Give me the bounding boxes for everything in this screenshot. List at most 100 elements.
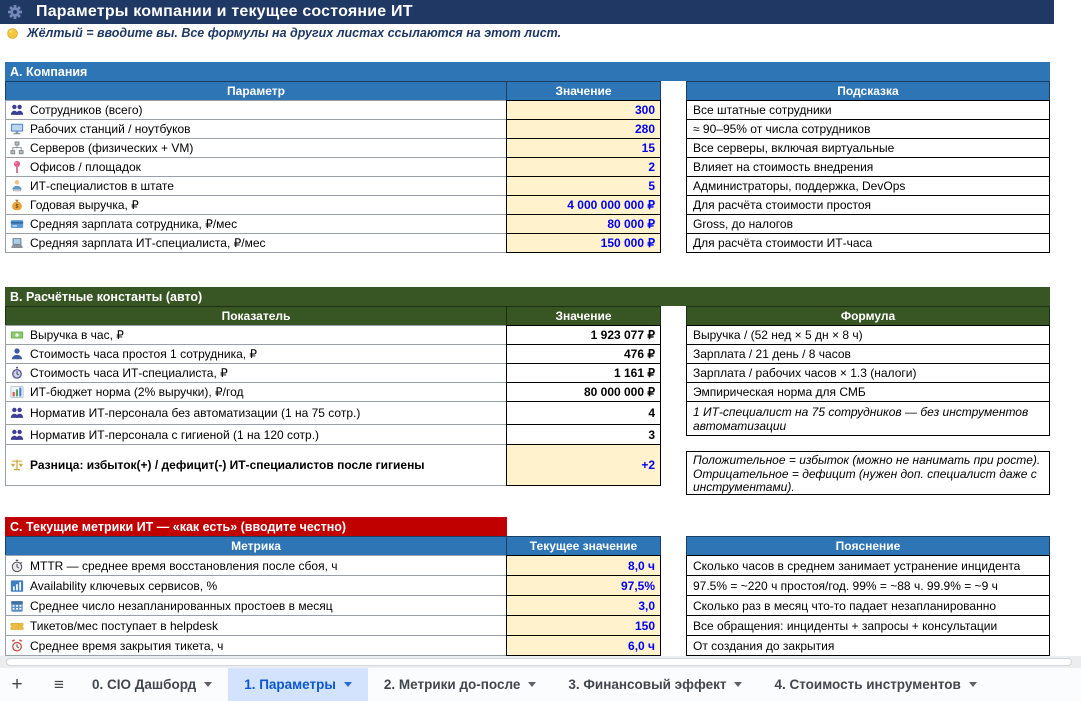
sheet-tab-bar: + ≡ 0. CIO Дашборд 1. Параметры 2. Метрики… bbox=[0, 668, 1081, 701]
param-label-text: Среднее время закрытия тикета, ч bbox=[30, 638, 224, 653]
clock-icon bbox=[10, 366, 24, 380]
chevron-down-icon[interactable] bbox=[734, 682, 743, 687]
value-cell: 476 ₽ bbox=[506, 344, 661, 364]
param-label-text: ИТ-бюджет норма (2% выручки), ₽/год bbox=[30, 385, 244, 399]
param-label: ИТ-специалистов в штате bbox=[5, 176, 507, 196]
monitor-icon bbox=[10, 122, 24, 136]
value-cell[interactable]: 150 000 ₽ bbox=[506, 233, 661, 253]
laptop-icon bbox=[10, 236, 24, 250]
value-cell[interactable]: 80 000 ₽ bbox=[506, 214, 661, 234]
hint-cell: Зарплата / 21 день / 8 часов bbox=[686, 344, 1050, 364]
sheet-tab-0[interactable]: 0. CIO Дашборд bbox=[76, 668, 228, 701]
section-title-B: B. Расчётные константы (авто) bbox=[5, 287, 1050, 306]
value-cell: 1 161 ₽ bbox=[506, 363, 661, 383]
param-label-text: Средняя зарплата сотрудника, ₽/мес bbox=[30, 217, 238, 231]
alarm-icon bbox=[10, 638, 24, 653]
value-cell[interactable]: +2 bbox=[506, 444, 661, 486]
value-cell[interactable]: 4 000 000 000 ₽ bbox=[506, 195, 661, 215]
chevron-down-icon[interactable] bbox=[968, 682, 977, 687]
subtitle-text: Жёлтый = вводите вы. Все формулы на друг… bbox=[27, 26, 562, 40]
value-cell: 1 923 077 ₽ bbox=[506, 325, 661, 345]
value-cell[interactable]: 280 bbox=[506, 119, 661, 139]
value-cell[interactable]: 6,0 ч bbox=[506, 635, 661, 656]
param-label-text: Серверов (физических + VM) bbox=[30, 141, 194, 155]
param-label-text: Выручка в час, ₽ bbox=[30, 328, 124, 342]
hint-cell: Все штатные сотрудники bbox=[686, 100, 1050, 120]
value-column: Значение 1 923 077 ₽476 ₽1 161 ₽80 000 00… bbox=[506, 306, 661, 486]
value-cell[interactable]: 5 bbox=[506, 176, 661, 196]
hint-cell: Сколько раз в месяц что-то падает незапл… bbox=[686, 595, 1050, 616]
param-label-text: Офисов / площадок bbox=[30, 160, 141, 174]
column-header-value: Значение bbox=[506, 81, 661, 101]
technologist-icon bbox=[10, 179, 24, 193]
param-label: Среднее время закрытия тикета, ч bbox=[5, 635, 507, 656]
value-column: Значение 300 280 15 2 5 4 000 000 000 ₽80 000 … bbox=[506, 81, 661, 253]
add-sheet-button[interactable]: + bbox=[0, 668, 34, 701]
value-cell[interactable]: 15 bbox=[506, 138, 661, 158]
param-label: Среднее число незапланированных простоев… bbox=[5, 595, 507, 616]
horizontal-scrollbar-thumb[interactable] bbox=[6, 658, 1072, 666]
value-cell[interactable]: 8,0 ч bbox=[506, 555, 661, 576]
param-label: Средняя зарплата сотрудника, ₽/мес bbox=[5, 214, 507, 234]
section-A: А. Компания Параметр Сотрудников (всего) Ра… bbox=[5, 62, 1050, 253]
param-label: ИТ-бюджет норма (2% выручки), ₽/год bbox=[5, 382, 507, 402]
scale-icon bbox=[10, 458, 24, 472]
card-icon bbox=[10, 217, 24, 231]
param-column: Показатель Выручка в час, ₽ Стоимость часа… bbox=[5, 306, 507, 486]
gear-icon bbox=[7, 4, 23, 20]
all-sheets-menu-button[interactable]: ≡ bbox=[42, 668, 76, 701]
hint-cell: От создания до закрытия bbox=[686, 635, 1050, 656]
value-cell[interactable]: 150 bbox=[506, 615, 661, 636]
param-label: Офисов / площадок bbox=[5, 157, 507, 177]
param-label-text: Стоимость часа простоя 1 сотрудника, ₽ bbox=[30, 347, 258, 361]
sheet-tab-label: 1. Параметры bbox=[244, 677, 336, 692]
bar-chart-icon bbox=[10, 385, 24, 399]
value-cell[interactable]: 300 bbox=[506, 100, 661, 120]
param-label: Норматив ИТ-персонала без автоматизации … bbox=[5, 401, 507, 425]
value-cell[interactable]: 3,0 bbox=[506, 595, 661, 616]
calendar-icon bbox=[10, 599, 24, 613]
sheet-tab-2[interactable]: 2. Метрики до-после bbox=[368, 668, 553, 701]
param-label: Серверов (физических + VM) bbox=[5, 138, 507, 158]
hint-cell: 1 ИТ-специалист на 75 сотрудников — без … bbox=[686, 401, 1050, 436]
param-label-text: MTTR — среднее время восстановления посл… bbox=[30, 558, 338, 573]
column-header-param: Показатель bbox=[5, 306, 507, 326]
column-header-hint: Формула bbox=[686, 306, 1050, 326]
chevron-down-icon[interactable] bbox=[528, 682, 537, 687]
pin-icon bbox=[10, 160, 24, 174]
section-B: B. Расчётные константы (авто) Показатель В… bbox=[5, 287, 1050, 495]
subtitle-row: Жёлтый = вводите вы. Все формулы на друг… bbox=[0, 24, 1054, 42]
value-cell: 4 bbox=[506, 401, 661, 425]
yellow-circle-icon bbox=[6, 27, 19, 40]
section-C: С. Текущие метрики ИТ — «как есть» (ввод… bbox=[5, 517, 1050, 656]
param-label-text: Годовая выручка, ₽ bbox=[30, 198, 139, 212]
param-label-text: Норматив ИТ-персонала без автоматизации … bbox=[30, 406, 361, 420]
param-label: Средняя зарплата ИТ-специалиста, ₽/мес bbox=[5, 233, 507, 253]
sheet-tab-1[interactable]: 1. Параметры bbox=[228, 668, 368, 701]
hint-cell: Выручка / (52 нед × 5 дн × 8 ч) bbox=[686, 325, 1050, 345]
chevron-down-icon[interactable] bbox=[343, 682, 352, 687]
value-cell[interactable]: 97,5% bbox=[506, 575, 661, 596]
value-cell[interactable]: 2 bbox=[506, 157, 661, 177]
hint-cell: Зарплата / рабочих часов × 1.3 (налоги) bbox=[686, 363, 1050, 383]
column-header-param: Метрика bbox=[5, 536, 507, 556]
param-label-text: ИТ-специалистов в штате bbox=[30, 179, 174, 193]
param-label: Сотрудников (всего) bbox=[5, 100, 507, 120]
param-label-text: Availability ключевых сервисов, % bbox=[30, 578, 218, 593]
people-icon bbox=[10, 406, 24, 420]
sheet-tab-4[interactable]: 4. Стоимость инструментов bbox=[758, 668, 992, 701]
section-title-A: А. Компания bbox=[5, 62, 1050, 81]
param-label-text: Сотрудников (всего) bbox=[30, 103, 143, 117]
value-cell: 3 bbox=[506, 424, 661, 445]
param-label: Норматив ИТ-персонала с гигиеной (1 на 1… bbox=[5, 424, 507, 445]
param-label: Выручка в час, ₽ bbox=[5, 325, 507, 345]
param-label-text: Средняя зарплата ИТ-специалиста, ₽/мес bbox=[30, 236, 266, 250]
hint-cell: Эмпирическая норма для СМБ bbox=[686, 382, 1050, 402]
chevron-down-icon[interactable] bbox=[204, 682, 213, 687]
sheet-tab-3[interactable]: 3. Финансовый эффект bbox=[552, 668, 758, 701]
sheet-tab-label: 3. Финансовый эффект bbox=[568, 677, 727, 692]
sheet-tab-label: 4. Стоимость инструментов bbox=[774, 677, 961, 692]
hint-cell: Для расчёта стоимости простоя bbox=[686, 195, 1050, 215]
hint-cell: Влияет на стоимость внедрения bbox=[686, 157, 1050, 177]
hint-cell: Все серверы, включая виртуальные bbox=[686, 138, 1050, 158]
